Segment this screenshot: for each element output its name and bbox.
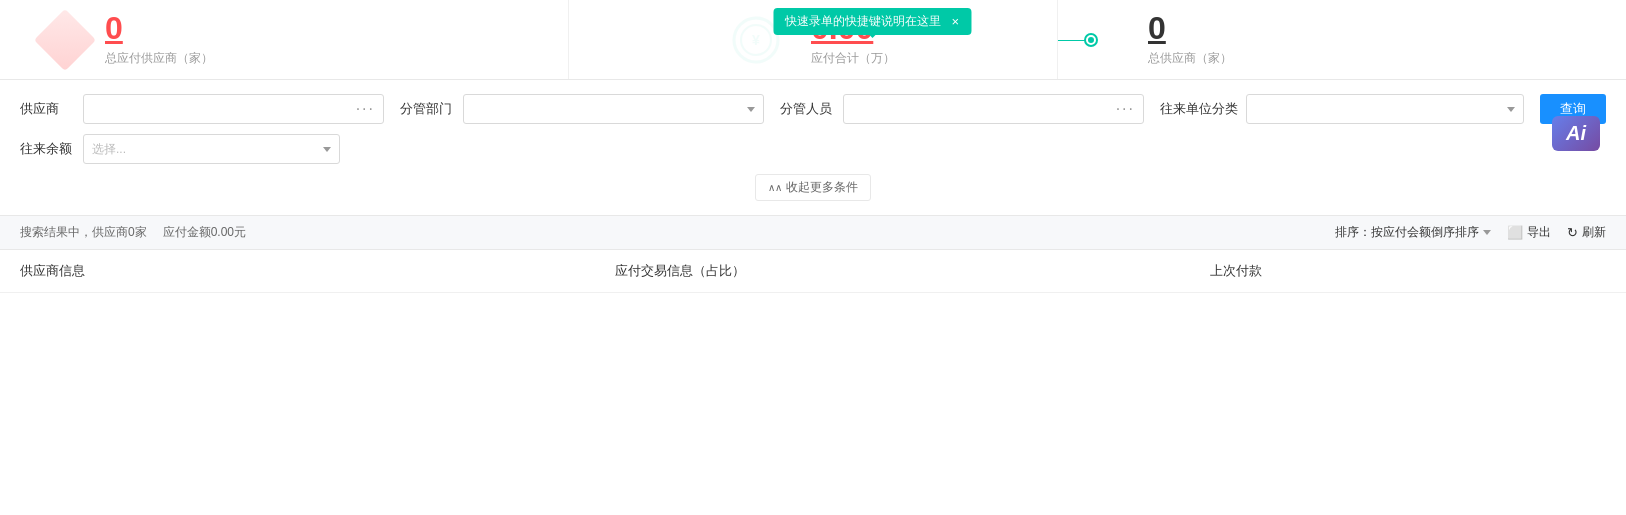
total-amount-label: 应付合计（万） — [811, 50, 895, 67]
person-dots[interactable]: ··· — [1116, 100, 1135, 118]
tooltip-connector-dot — [1086, 35, 1096, 45]
balance-select[interactable]: 选择... — [83, 134, 340, 164]
filter-supplier: 供应商 ··· — [20, 94, 384, 124]
total-suppliers-label: 总供应商（家） — [1148, 50, 1232, 67]
collapse-up-icon: ∧∧ — [768, 182, 782, 193]
amount-value: 0.00元 — [211, 225, 246, 239]
tooltip-connector-line — [1058, 40, 1088, 41]
total-suppliers-number[interactable]: 0 — [1148, 12, 1232, 44]
filter-row-1: 供应商 ··· 分管部门 分管人员 ··· 往来单位分类 — [20, 94, 1606, 124]
filter-person: 分管人员 ··· — [780, 94, 1144, 124]
stat-text-payable: 0 总应付供应商（家） — [105, 12, 213, 67]
collapse-label: 收起更多条件 — [786, 179, 858, 196]
table-body — [0, 293, 1626, 515]
department-chevron-icon — [747, 107, 755, 112]
supplier-dots[interactable]: ··· — [356, 100, 375, 118]
sort-label: 排序：按应付会额倒序排序 — [1335, 224, 1479, 241]
stat-card-total-suppliers: 0 总供应商（家） — [1058, 0, 1626, 79]
payable-suppliers-number[interactable]: 0 — [105, 12, 213, 44]
person-input[interactable]: ··· — [843, 94, 1144, 124]
unit-class-select[interactable] — [1246, 94, 1524, 124]
col-header-supplier: 供应商信息 — [20, 262, 615, 280]
svg-text:¥: ¥ — [752, 32, 760, 48]
filter-balance: 往来余额 选择... — [20, 134, 340, 164]
sort-chevron-icon — [1483, 230, 1491, 235]
filter-unit-class: 往来单位分类 — [1160, 94, 1524, 124]
export-button[interactable]: ⬜ 导出 — [1507, 224, 1551, 241]
export-icon: ⬜ — [1507, 225, 1523, 240]
search-count: 0家 — [128, 225, 147, 239]
stat-text-total: 0 总供应商（家） — [1148, 12, 1232, 67]
filter-row-2: 往来余额 选择... — [20, 134, 1606, 164]
collapse-bar: ∧∧ 收起更多条件 — [20, 174, 1606, 201]
department-select[interactable] — [463, 94, 764, 124]
supplier-input[interactable]: ··· — [83, 94, 384, 124]
refresh-button[interactable]: ↻ 刷新 — [1567, 224, 1606, 241]
col-header-last-payment: 上次付款 — [1210, 262, 1607, 280]
results-actions: 排序：按应付会额倒序排序 ⬜ 导出 ↻ 刷新 — [1335, 224, 1606, 241]
search-result-text: 搜索结果中，供应商0家 — [20, 224, 147, 241]
person-label: 分管人员 — [780, 100, 835, 118]
filter-section: 供应商 ··· 分管部门 分管人员 ··· 往来单位分类 — [0, 80, 1626, 216]
supplier-label: 供应商 — [20, 100, 75, 118]
amount-result-text: 应付金额0.00元 — [163, 224, 246, 241]
results-info: 搜索结果中，供应商0家 应付金额0.00元 — [20, 224, 246, 241]
shortcut-tooltip: 快速录单的快捷键说明在这里 × — [773, 8, 971, 35]
stats-bar: 0 总应付供应商（家） ¥ 0.00 应付合计（万） 快速录单的快捷键说明在这里… — [0, 0, 1626, 80]
unit-class-chevron-icon — [1507, 107, 1515, 112]
sort-select[interactable]: 排序：按应付会额倒序排序 — [1335, 224, 1491, 241]
ai-badge[interactable]: Ai — [1552, 116, 1600, 151]
payable-suppliers-label: 总应付供应商（家） — [105, 50, 213, 67]
tooltip-text: 快速录单的快捷键说明在这里 — [785, 13, 941, 30]
unit-class-label: 往来单位分类 — [1160, 100, 1238, 118]
diamond-icon — [40, 15, 90, 65]
stat-card-total-amount: ¥ 0.00 应付合计（万） 快速录单的快捷键说明在这里 × — [569, 0, 1058, 79]
department-label: 分管部门 — [400, 100, 455, 118]
collapse-button[interactable]: ∧∧ 收起更多条件 — [755, 174, 871, 201]
refresh-icon: ↻ — [1567, 225, 1578, 240]
tooltip-close-button[interactable]: × — [951, 14, 959, 29]
filter-department: 分管部门 — [400, 94, 764, 124]
balance-label: 往来余额 — [20, 140, 75, 158]
results-bar: 搜索结果中，供应商0家 应付金额0.00元 排序：按应付会额倒序排序 ⬜ 导出 … — [0, 216, 1626, 250]
col-header-transaction: 应付交易信息（占比） — [615, 262, 1210, 280]
table-header: 供应商信息 应付交易信息（占比） 上次付款 — [0, 250, 1626, 293]
stat-card-payable-suppliers: 0 总应付供应商（家） — [0, 0, 569, 79]
balance-chevron-icon — [323, 147, 331, 152]
